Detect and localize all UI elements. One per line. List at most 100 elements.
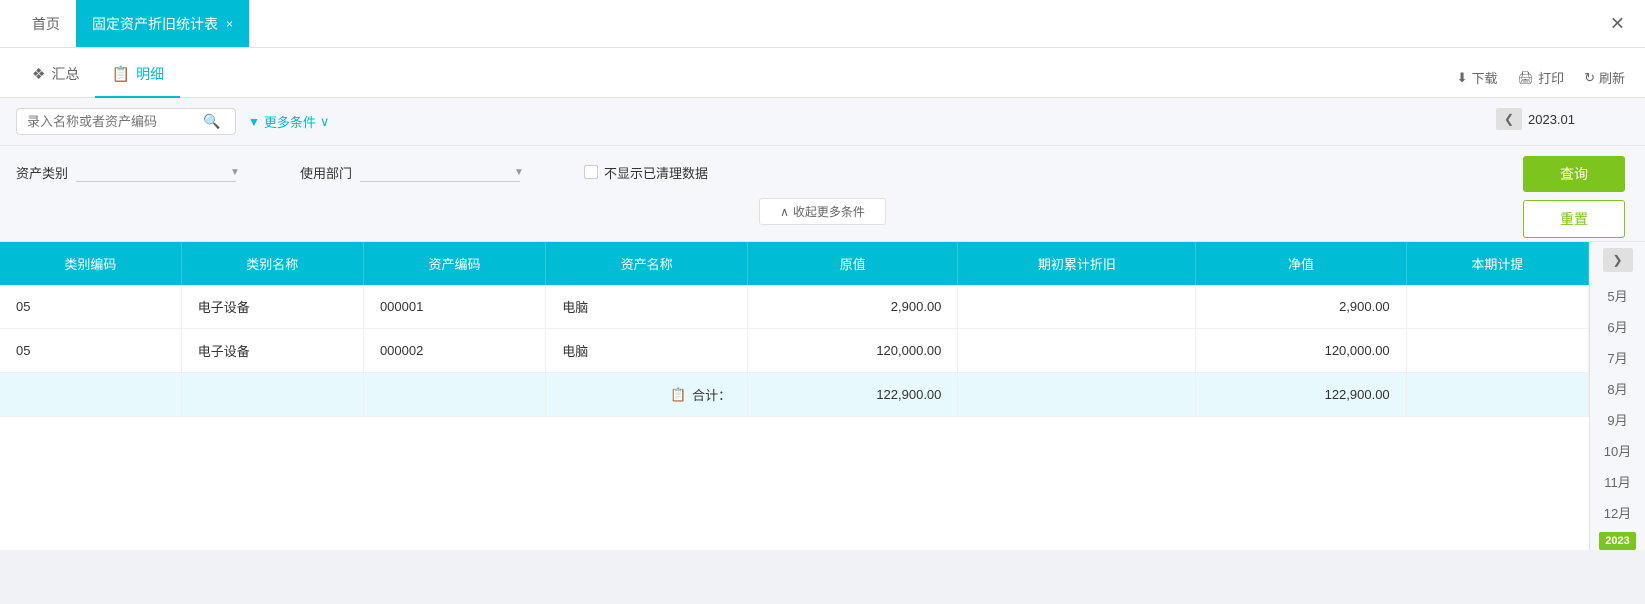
cell-current-dep	[1406, 329, 1588, 373]
hide-cleared-label: 不显示已清理数据	[604, 163, 708, 182]
nav-tab-active[interactable]: 固定资产折旧统计表 ×	[76, 0, 250, 47]
asset-category-label: 资产类别	[16, 163, 68, 182]
more-conditions-label: 更多条件	[264, 112, 316, 131]
month-7-label: 7月	[1607, 351, 1627, 366]
download-label: 下载	[1472, 68, 1498, 87]
side-month-8[interactable]: 8月	[1590, 373, 1645, 404]
content-wrapper: 类别编码 类别名称 资产编码 资产名称 原值 期初累计折旧 净值 本期计提 05…	[0, 242, 1589, 550]
month-10-label: 10月	[1604, 444, 1631, 459]
total-empty-1	[0, 373, 181, 417]
refresh-icon: ↻	[1584, 70, 1595, 86]
search-input[interactable]	[27, 114, 197, 129]
total-icon: 📋	[670, 387, 686, 403]
table-row: 05 电子设备 000002 电脑 120,000.00 120,000.00	[0, 329, 1589, 373]
side-month-12[interactable]: 12月	[1590, 497, 1645, 528]
hide-cleared-checkbox-item[interactable]: 不显示已清理数据	[584, 163, 708, 182]
table-total-row: 📋 合计： 122,900.00 122,900.00	[0, 373, 1589, 417]
filter-row: 资产类别 ▼ 使用部门 ▼ 不显示已清理数据	[16, 162, 1629, 182]
toolbar-right: ⬇ 下载 🖨 打印 ↻ 刷新	[1457, 68, 1625, 87]
search-area: 🔍 ▼ 更多条件 ∨ ❮ 2023.01	[0, 98, 1645, 146]
more-conditions-button[interactable]: ▼ 更多条件 ∨	[248, 112, 329, 131]
table-container: 类别编码 类别名称 资产编码 资产名称 原值 期初累计折旧 净值 本期计提 05…	[0, 242, 1589, 417]
use-department-select[interactable]	[360, 162, 520, 182]
side-month-11[interactable]: 11月	[1590, 466, 1645, 497]
cell-asset-name: 电脑	[546, 285, 748, 329]
side-collapse-button[interactable]: ❯	[1603, 248, 1633, 272]
cell-category-name: 电子设备	[181, 285, 363, 329]
tab-summary[interactable]: ❖ 汇总	[16, 52, 95, 98]
query-button[interactable]: 查询	[1523, 156, 1625, 192]
filter-asset-category: 资产类别 ▼	[16, 162, 276, 182]
print-icon: 🖨	[1518, 70, 1535, 86]
nav-home[interactable]: 首页	[16, 14, 76, 34]
th-category-code: 类别编码	[0, 242, 181, 285]
th-category-name: 类别名称	[181, 242, 363, 285]
month-12-label: 12月	[1604, 506, 1631, 521]
refresh-label: 刷新	[1599, 68, 1625, 87]
collapse-bar: ∧ 收起更多条件	[16, 190, 1629, 233]
cell-net-value: 120,000.00	[1196, 329, 1406, 373]
cell-category-code: 05	[0, 285, 181, 329]
year-label: 2023	[1605, 535, 1629, 547]
th-asset-code: 资产编码	[363, 242, 545, 285]
th-accumulated-depreciation: 期初累计折旧	[958, 242, 1196, 285]
detail-icon: 📋	[111, 65, 130, 83]
tab-summary-label: 汇总	[51, 64, 79, 84]
table-row: 05 电子设备 000001 电脑 2,900.00 2,900.00	[0, 285, 1589, 329]
print-button[interactable]: 🖨 打印	[1518, 68, 1565, 87]
window-close-button[interactable]: ✕	[1610, 13, 1625, 34]
refresh-button[interactable]: ↻ 刷新	[1584, 68, 1625, 87]
month-5-label: 5月	[1607, 289, 1627, 304]
search-bar: 🔍 ▼ 更多条件 ∨	[0, 98, 1645, 146]
side-month-7[interactable]: 7月	[1590, 342, 1645, 373]
th-net-value: 净值	[1196, 242, 1406, 285]
tab-detail-label: 明细	[136, 64, 164, 84]
main-area: 类别编码 类别名称 资产编码 资产名称 原值 期初累计折旧 净值 本期计提 05…	[0, 242, 1645, 550]
side-panel: ❯ 5月 6月 7月 8月 9月 10月 11月 12月 2023	[1589, 242, 1645, 550]
collapse-button[interactable]: ∧ 收起更多条件	[759, 198, 886, 225]
th-asset-name: 资产名称	[546, 242, 748, 285]
total-net-value: 122,900.00	[1196, 373, 1406, 417]
total-label-cell: 📋 合计：	[546, 373, 748, 417]
top-nav: 首页 固定资产折旧统计表 × ✕	[0, 0, 1645, 48]
sub-tabs-bar: ❖ 汇总 📋 明细 ⬇ 下载 🖨 打印 ↻ 刷新	[0, 48, 1645, 98]
data-table: 类别编码 类别名称 资产编码 资产名称 原值 期初累计折旧 净值 本期计提 05…	[0, 242, 1589, 417]
date-nav: ❮ 2023.01	[1496, 108, 1575, 130]
cell-original-value: 120,000.00	[748, 329, 958, 373]
month-11-label: 11月	[1604, 475, 1631, 490]
search-icon: 🔍	[203, 113, 220, 130]
asset-category-select[interactable]	[76, 162, 236, 182]
tab-close-button[interactable]: ×	[226, 17, 233, 31]
cell-category-name: 电子设备	[181, 329, 363, 373]
total-current-dep	[1406, 373, 1588, 417]
side-month-10[interactable]: 10月	[1590, 435, 1645, 466]
hide-cleared-checkbox[interactable]	[584, 165, 598, 179]
cell-asset-code: 000002	[363, 329, 545, 373]
reset-button[interactable]: 重置	[1523, 200, 1625, 238]
table-header-row: 类别编码 类别名称 资产编码 资产名称 原值 期初累计折旧 净值 本期计提	[0, 242, 1589, 285]
th-original-value: 原值	[748, 242, 958, 285]
side-year-badge[interactable]: 2023	[1599, 532, 1635, 550]
total-label-text: 合计：	[692, 385, 731, 404]
cell-asset-code: 000001	[363, 285, 545, 329]
cell-accumulated-dep	[958, 285, 1196, 329]
cell-original-value: 2,900.00	[748, 285, 958, 329]
tab-detail[interactable]: 📋 明细	[95, 52, 180, 98]
side-month-5[interactable]: 5月	[1590, 280, 1645, 311]
total-empty-3	[363, 373, 545, 417]
side-month-9[interactable]: 9月	[1590, 404, 1645, 435]
side-month-6[interactable]: 6月	[1590, 311, 1645, 342]
search-input-wrap[interactable]: 🔍	[16, 108, 236, 135]
date-display: 2023.01	[1528, 112, 1575, 127]
month-8-label: 8月	[1607, 382, 1627, 397]
use-department-label: 使用部门	[300, 163, 352, 182]
total-original-value: 122,900.00	[748, 373, 958, 417]
cell-asset-name: 电脑	[546, 329, 748, 373]
date-prev-button[interactable]: ❮	[1496, 108, 1522, 130]
collapse-label: 收起更多条件	[793, 203, 865, 220]
filter-use-department: 使用部门 ▼	[300, 162, 560, 182]
download-button[interactable]: ⬇ 下载	[1457, 68, 1498, 87]
nav-tab-label: 固定资产折旧统计表	[92, 14, 218, 34]
cell-current-dep	[1406, 285, 1588, 329]
total-accumulated-dep	[958, 373, 1196, 417]
